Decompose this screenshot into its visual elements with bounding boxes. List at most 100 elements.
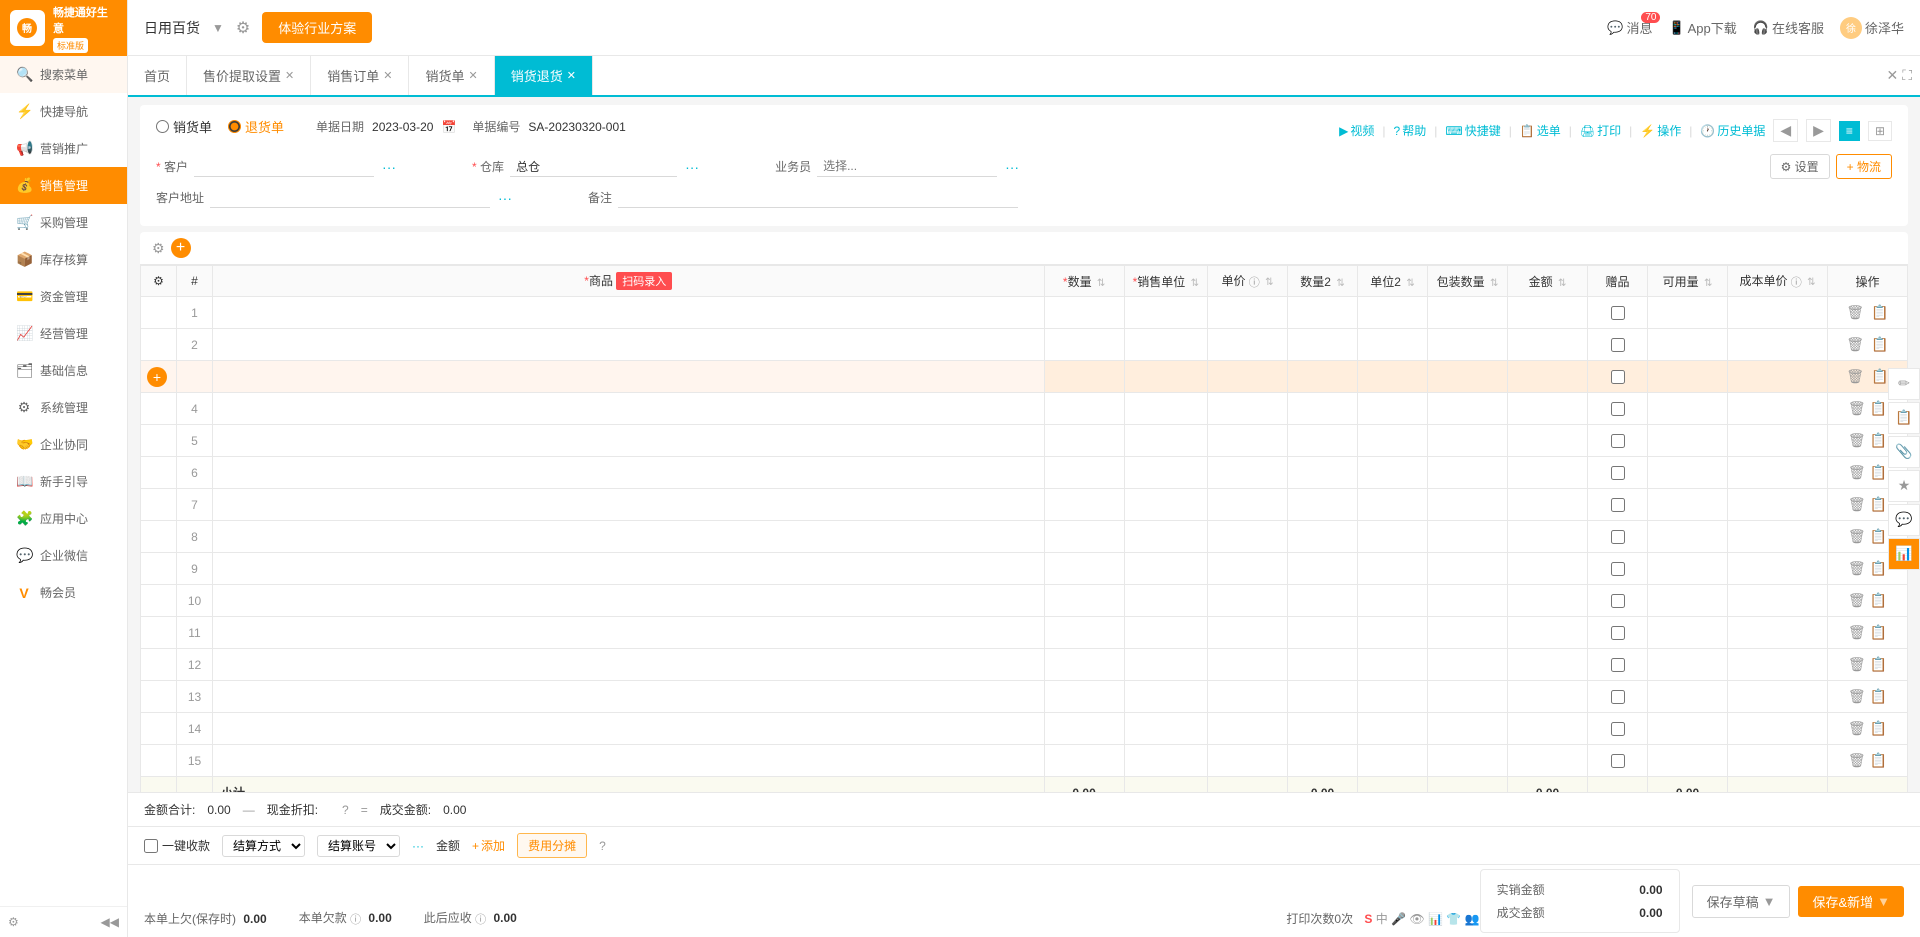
save-new-btn[interactable]: 保存&新增 ▼	[1798, 886, 1904, 917]
sidebar-item-vip[interactable]: V 畅会员	[0, 574, 127, 611]
radio-return[interactable]: 退货单	[228, 117, 284, 136]
select-link[interactable]: 📋 选单	[1520, 122, 1561, 139]
account-dots[interactable]: ···	[412, 839, 424, 853]
float-attach-btn[interactable]: 📎	[1888, 436, 1920, 468]
sidebar-item-inventory[interactable]: 📦 库存核算	[0, 241, 127, 278]
help-link[interactable]: ? 帮助	[1394, 122, 1427, 139]
history-link[interactable]: 🕐 历史单据	[1700, 122, 1765, 139]
row-3-qty2[interactable]	[1288, 361, 1358, 393]
add-payment-btn[interactable]: + 添加	[472, 837, 505, 854]
tab-close-all-icon[interactable]: ✕	[1886, 67, 1898, 84]
float-msg-btn[interactable]: 💬	[1888, 504, 1920, 536]
sidebar-item-finance[interactable]: 💳 资金管理	[0, 278, 127, 315]
row-5-gift-cb[interactable]	[1611, 434, 1625, 448]
row-3-gift-cb[interactable]	[1611, 370, 1625, 384]
one-key-payment[interactable]: 一键收款	[144, 837, 210, 854]
row-1-unit2[interactable]	[1358, 297, 1428, 329]
qty2-sort-icon[interactable]: ⇅	[1336, 278, 1344, 289]
sidebar-settings-icon[interactable]: ⚙	[8, 915, 19, 929]
float-star-btn[interactable]: ★	[1888, 470, 1920, 502]
sidebar-item-wechat[interactable]: 💬 企业微信	[0, 537, 127, 574]
row-3-unit[interactable]	[1124, 361, 1207, 393]
row-1-delete-btn[interactable]: 🗑	[1844, 302, 1866, 323]
row-11-del[interactable]: 🗑	[1846, 622, 1868, 643]
tab-sale-return[interactable]: 销货退货 ✕	[495, 56, 593, 95]
row-4-copy[interactable]: 📋	[1868, 398, 1889, 419]
row-3-product[interactable]	[213, 361, 1045, 393]
row-7-gift-cb[interactable]	[1611, 498, 1625, 512]
sidebar-item-system[interactable]: ⚙ 系统管理	[0, 389, 127, 426]
row-2-pack[interactable]	[1428, 329, 1508, 361]
row-4-del[interactable]: 🗑	[1846, 398, 1868, 419]
row-1-avail[interactable]	[1648, 297, 1728, 329]
address-input[interactable]	[210, 187, 490, 208]
row-2-qty2[interactable]	[1288, 329, 1358, 361]
row-9-gift-cb[interactable]	[1611, 562, 1625, 576]
avail-sort-icon[interactable]: ⇅	[1704, 278, 1712, 289]
row-7-copy[interactable]: 📋	[1868, 494, 1889, 515]
row-12-gift-cb[interactable]	[1611, 658, 1625, 672]
row-3-add-btn[interactable]: +	[147, 367, 167, 387]
row-14-gift-cb[interactable]	[1611, 722, 1625, 736]
row-7-del[interactable]: 🗑	[1846, 494, 1868, 515]
sidebar-item-apps[interactable]: 🧩 应用中心	[0, 500, 127, 537]
float-edit-btn[interactable]: ✏	[1888, 368, 1920, 400]
tab-sale-goods[interactable]: 销货单 ✕	[409, 56, 494, 95]
row-3-amount[interactable]	[1508, 361, 1588, 393]
amount-sort-icon[interactable]: ⇅	[1558, 278, 1566, 289]
tab-sale-return-close[interactable]: ✕	[567, 69, 576, 82]
sidebar-item-operations[interactable]: 📈 经营管理	[0, 315, 127, 352]
cash-help-icon[interactable]: ?	[342, 803, 349, 817]
save-new-dropdown-icon[interactable]: ▼	[1877, 894, 1890, 909]
float-note-btn[interactable]: 📋	[1888, 402, 1920, 434]
topbar-dropdown-icon[interactable]: ▼	[212, 21, 224, 35]
print-link[interactable]: 🖨 打印	[1580, 122, 1621, 139]
topbar-user[interactable]: 徐 徐泽华	[1840, 17, 1904, 39]
list-view-icon[interactable]: ≡	[1839, 121, 1860, 141]
row-2-delete-btn[interactable]: 🗑	[1844, 334, 1866, 355]
calendar-icon[interactable]: 📅	[441, 120, 456, 134]
row-12-del[interactable]: 🗑	[1846, 654, 1868, 675]
row-3-unit2[interactable]	[1358, 361, 1428, 393]
row-8-gift-cb[interactable]	[1611, 530, 1625, 544]
row-2-amount[interactable]	[1508, 329, 1588, 361]
sidebar-item-marketing[interactable]: 📢 营销推广	[0, 130, 127, 167]
row-1-pack[interactable]	[1428, 297, 1508, 329]
sidebar-item-guide[interactable]: 📖 新手引导	[0, 463, 127, 500]
row-15-copy[interactable]: 📋	[1868, 750, 1889, 771]
row-3-qty[interactable]	[1044, 361, 1124, 393]
row-3-avail[interactable]	[1648, 361, 1728, 393]
shortcuts-link[interactable]: ⌨ 快捷键	[1445, 122, 1500, 139]
customer-input[interactable]	[194, 156, 374, 177]
row-14-del[interactable]: 🗑	[1846, 718, 1868, 739]
scan-btn[interactable]: 扫码录入	[616, 272, 672, 290]
row-6-gift-cb[interactable]	[1611, 466, 1625, 480]
row-1-qty2[interactable]	[1288, 297, 1358, 329]
row-5-del[interactable]: 🗑	[1846, 430, 1868, 451]
expense-split-btn[interactable]: 费用分摊	[517, 833, 587, 858]
grid-view-icon[interactable]: ⊞	[1868, 121, 1892, 141]
sidebar-item-purchase[interactable]: 🛒 采购管理	[0, 204, 127, 241]
tab-sale-order[interactable]: 销售订单 ✕	[311, 56, 409, 95]
topbar-msg[interactable]: 💬 消息 70	[1607, 18, 1652, 37]
row-2-copy-btn[interactable]: 📋	[1869, 334, 1890, 355]
save-draft-btn[interactable]: 保存草稿 ▼	[1692, 885, 1791, 918]
row-6-copy[interactable]: 📋	[1868, 462, 1889, 483]
row-2-avail[interactable]	[1648, 329, 1728, 361]
row-3-product-input[interactable]	[219, 369, 1038, 384]
radio-return-input[interactable]	[228, 120, 241, 133]
table-gear-icon[interactable]: ⚙	[152, 240, 165, 257]
unit2-sort-icon[interactable]: ⇅	[1406, 278, 1414, 289]
row-1-price[interactable]	[1208, 297, 1288, 329]
row-11-gift-cb[interactable]	[1611, 626, 1625, 640]
row-3-delete-btn[interactable]: 🗑	[1844, 366, 1866, 387]
row-15-gift-cb[interactable]	[1611, 754, 1625, 768]
sidebar-collapse-icon[interactable]: ◀◀	[101, 915, 119, 929]
cost-info-icon[interactable]: ⓘ	[1791, 277, 1802, 289]
sidebar-item-search[interactable]: 🔍 搜索菜单	[0, 56, 127, 93]
warehouse-input[interactable]	[510, 156, 677, 177]
topbar-service[interactable]: 🎧 在线客服	[1753, 18, 1824, 37]
row-1-unit[interactable]	[1124, 297, 1207, 329]
tab-sale-price[interactable]: 售价提取设置 ✕	[187, 56, 311, 95]
row-11-copy[interactable]: 📋	[1868, 622, 1889, 643]
